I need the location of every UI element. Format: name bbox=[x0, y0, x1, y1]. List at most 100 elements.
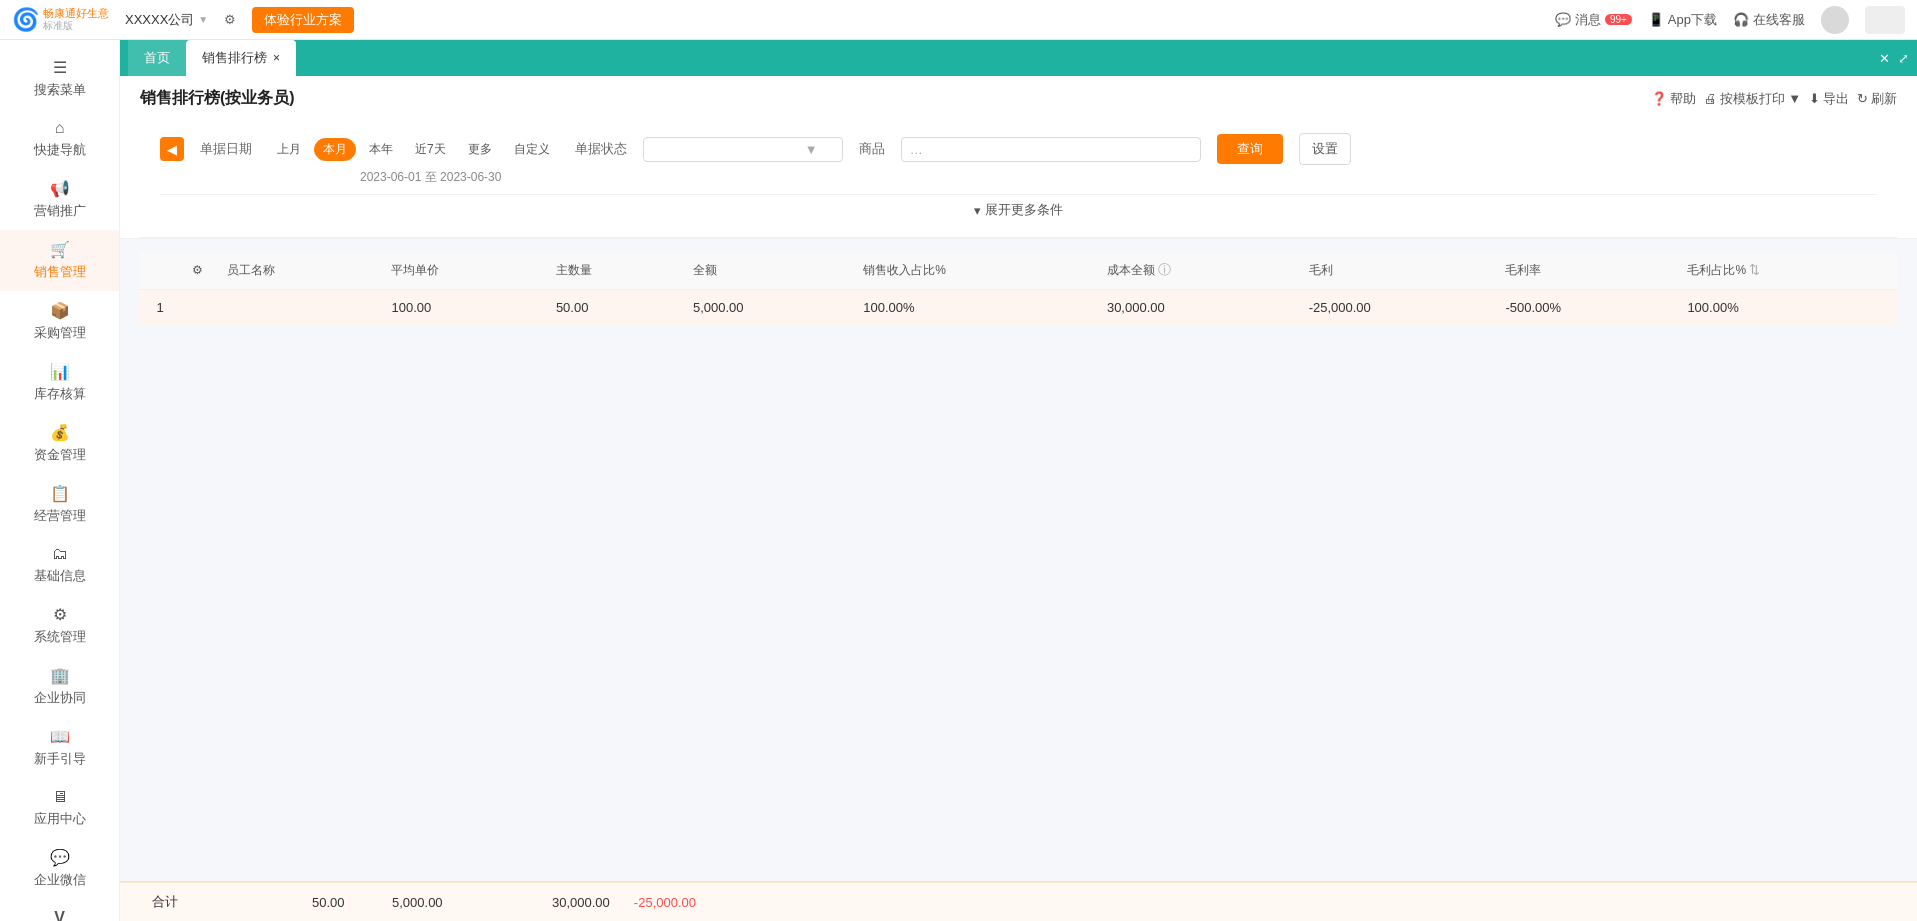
export-btn[interactable]: ⬇ 导出 bbox=[1809, 90, 1849, 108]
sidebar-item-guide[interactable]: 📖 新手引导 bbox=[0, 717, 119, 778]
sidebar-item-operations[interactable]: 📋 经营管理 bbox=[0, 474, 119, 535]
sidebar-label-app-center: 应用中心 bbox=[34, 810, 86, 828]
company-dropdown-icon[interactable]: ▼ bbox=[198, 14, 208, 25]
date-pill-last-month[interactable]: 上月 bbox=[268, 138, 310, 161]
sidebar-item-inventory[interactable]: 📊 库存核算 bbox=[0, 352, 119, 413]
sidebar: ☰ 搜索菜单 ⌂ 快捷导航 📢 营销推广 🛒 销售管理 📦 采购管理 📊 库存核… bbox=[0, 40, 120, 921]
data-table: ⚙ 员工名称 平均单价 主数量 全额 销售收入占比% 成本全额 ⓘ 毛利 毛利率… bbox=[140, 251, 1897, 326]
query-button[interactable]: 查询 bbox=[1217, 134, 1283, 164]
refresh-btn[interactable]: ↻ 刷新 bbox=[1857, 90, 1897, 108]
tab-home-label: 首页 bbox=[144, 49, 170, 67]
filter-row-1: ◀ 单据日期 上月 本月 本年 近7天 更多 自定义 单据状态 bbox=[160, 133, 1877, 165]
sidebar-item-search-menu[interactable]: ☰ 搜索菜单 bbox=[0, 48, 119, 109]
refresh-icon: ↻ bbox=[1857, 91, 1868, 106]
tab-restore-icon[interactable]: ⤢ bbox=[1898, 51, 1909, 66]
footer-avg-price bbox=[220, 895, 300, 910]
th-name: 员工名称 bbox=[215, 251, 379, 290]
status-select-arrow-icon: ▼ bbox=[805, 142, 818, 157]
sort-icon: ⇅ bbox=[1749, 262, 1760, 277]
print-btn[interactable]: 🖨 按模板打印 ▼ bbox=[1704, 90, 1801, 108]
goods-more-icon[interactable]: … bbox=[910, 142, 923, 157]
sidebar-label-system: 系统管理 bbox=[34, 628, 86, 646]
tab-close-icon[interactable]: × bbox=[273, 51, 280, 65]
cell-cost: 30,000.00 bbox=[1095, 290, 1297, 326]
page-header: 销售排行榜(按业务员) ❓ 帮助 🖨 按模板打印 ▼ ⬇ bbox=[120, 76, 1917, 239]
message-icon: 💬 bbox=[1555, 12, 1571, 27]
footer-sales-pct bbox=[460, 895, 540, 910]
footer-gross-rate bbox=[708, 895, 788, 910]
content-area: 首页 销售排行榜 × ✕ ⤢ 销售排行榜(按业务员) ❓ 帮助 bbox=[120, 40, 1917, 921]
finance-icon: 💰 bbox=[50, 423, 70, 442]
app-center-icon: 🖥 bbox=[52, 788, 68, 806]
th-cost: 成本全额 ⓘ bbox=[1095, 251, 1297, 290]
help-btn[interactable]: ❓ 帮助 bbox=[1651, 90, 1696, 108]
sidebar-label-finance: 资金管理 bbox=[34, 446, 86, 464]
search-menu-icon: ☰ bbox=[53, 58, 67, 77]
online-support-btn[interactable]: 🎧 在线客服 bbox=[1733, 11, 1805, 29]
sidebar-label-cooperation: 企业协同 bbox=[34, 689, 86, 707]
th-qty: 主数量 bbox=[544, 251, 681, 290]
table-footer: 合计 50.00 5,000.00 30,000.00 -25,000.00 bbox=[120, 881, 1917, 921]
sales-icon: 🛒 bbox=[50, 240, 70, 259]
app-download-btn[interactable]: 📱 App下载 bbox=[1648, 11, 1717, 29]
cell-qty: 50.00 bbox=[544, 290, 681, 326]
table-header: ⚙ 员工名称 平均单价 主数量 全额 销售收入占比% 成本全额 ⓘ 毛利 毛利率… bbox=[140, 251, 1897, 290]
avatar[interactable] bbox=[1821, 6, 1849, 34]
th-gross-pct[interactable]: 毛利占比% ⇅ bbox=[1675, 251, 1897, 290]
sidebar-item-app-center[interactable]: 🖥 应用中心 bbox=[0, 778, 119, 838]
filter-collapse-btn[interactable]: ◀ bbox=[160, 137, 184, 161]
th-settings[interactable]: ⚙ bbox=[180, 251, 215, 290]
status-select[interactable]: ▼ bbox=[643, 137, 843, 162]
th-gross-rate: 毛利率 bbox=[1493, 251, 1675, 290]
trial-button[interactable]: 体验行业方案 bbox=[252, 7, 354, 33]
online-support-label: 在线客服 bbox=[1753, 11, 1805, 29]
date-pill-custom[interactable]: 自定义 bbox=[505, 138, 559, 161]
sidebar-item-purchase[interactable]: 📦 采购管理 bbox=[0, 291, 119, 352]
sidebar-label-basic-info: 基础信息 bbox=[34, 567, 86, 585]
user-name-placeholder bbox=[1865, 6, 1905, 34]
cell-rank: 1 bbox=[140, 290, 180, 326]
sidebar-item-basic-info[interactable]: 🗂 基础信息 bbox=[0, 535, 119, 595]
sidebar-item-cooperation[interactable]: 🏢 企业协同 bbox=[0, 656, 119, 717]
page-content: 销售排行榜(按业务员) ❓ 帮助 🖨 按模板打印 ▼ ⬇ bbox=[120, 76, 1917, 921]
date-pill-this-year[interactable]: 本年 bbox=[360, 138, 402, 161]
cooperation-icon: 🏢 bbox=[50, 666, 70, 685]
sidebar-item-vip[interactable]: V 畅会员 bbox=[0, 899, 119, 921]
company-selector[interactable]: 🌀 畅康通好生意 标准版 XXXXX公司 ▼ bbox=[12, 7, 208, 33]
sidebar-item-marketing[interactable]: 📢 营销推广 bbox=[0, 169, 119, 230]
cell-gross-pct: 100.00% bbox=[1675, 290, 1897, 326]
app-logo-sub: 标准版 bbox=[43, 20, 109, 32]
tab-bar: 首页 销售排行榜 × ✕ ⤢ bbox=[120, 40, 1917, 76]
date-pill-more[interactable]: 更多 bbox=[459, 138, 501, 161]
tab-close-all-icon[interactable]: ✕ bbox=[1879, 51, 1890, 66]
settings-button[interactable]: 设置 bbox=[1299, 133, 1351, 165]
sidebar-label-guide: 新手引导 bbox=[34, 750, 86, 768]
cost-info-icon[interactable]: ⓘ bbox=[1158, 262, 1171, 277]
tab-active-label: 销售排行榜 bbox=[202, 49, 267, 67]
tab-home[interactable]: 首页 bbox=[128, 40, 186, 76]
quick-nav-icon: ⌂ bbox=[55, 119, 65, 137]
sidebar-item-wechat-work[interactable]: 💬 企业微信 bbox=[0, 838, 119, 899]
app-download-icon: 📱 bbox=[1648, 12, 1664, 27]
date-pill-7days[interactable]: 近7天 bbox=[406, 138, 455, 161]
sidebar-item-quick-nav[interactable]: ⌂ 快捷导航 bbox=[0, 109, 119, 169]
status-filter-label: 单据状态 bbox=[575, 140, 627, 158]
footer-label: 合计 bbox=[140, 893, 220, 911]
cell-name bbox=[215, 290, 379, 326]
table-wrap: ⚙ 员工名称 平均单价 主数量 全额 销售收入占比% 成本全额 ⓘ 毛利 毛利率… bbox=[120, 239, 1917, 881]
expand-more-row[interactable]: ▾ 展开更多条件 bbox=[160, 194, 1877, 225]
sidebar-item-finance[interactable]: 💰 资金管理 bbox=[0, 413, 119, 474]
settings-icon[interactable]: ⚙ bbox=[216, 6, 244, 34]
guide-icon: 📖 bbox=[50, 727, 70, 746]
sidebar-item-sales[interactable]: 🛒 销售管理 bbox=[0, 230, 119, 291]
cell-gross-rate: -500.00% bbox=[1493, 290, 1675, 326]
date-pill-this-month[interactable]: 本月 bbox=[314, 138, 356, 161]
table-body: 1 100.00 50.00 5,000.00 100.00% 30,000.0… bbox=[140, 290, 1897, 326]
message-btn[interactable]: 💬 消息 99+ bbox=[1555, 11, 1632, 29]
footer-amount: 5,000.00 bbox=[380, 895, 460, 910]
sidebar-item-system[interactable]: ⚙ 系统管理 bbox=[0, 595, 119, 656]
cell-sales-pct: 100.00% bbox=[851, 290, 1095, 326]
filter-area: ◀ 单据日期 上月 本月 本年 近7天 更多 自定义 单据状态 bbox=[140, 121, 1897, 238]
tab-sales-ranking[interactable]: 销售排行榜 × bbox=[186, 40, 296, 76]
app-logo-text: 畅康通好生意 bbox=[43, 7, 109, 20]
